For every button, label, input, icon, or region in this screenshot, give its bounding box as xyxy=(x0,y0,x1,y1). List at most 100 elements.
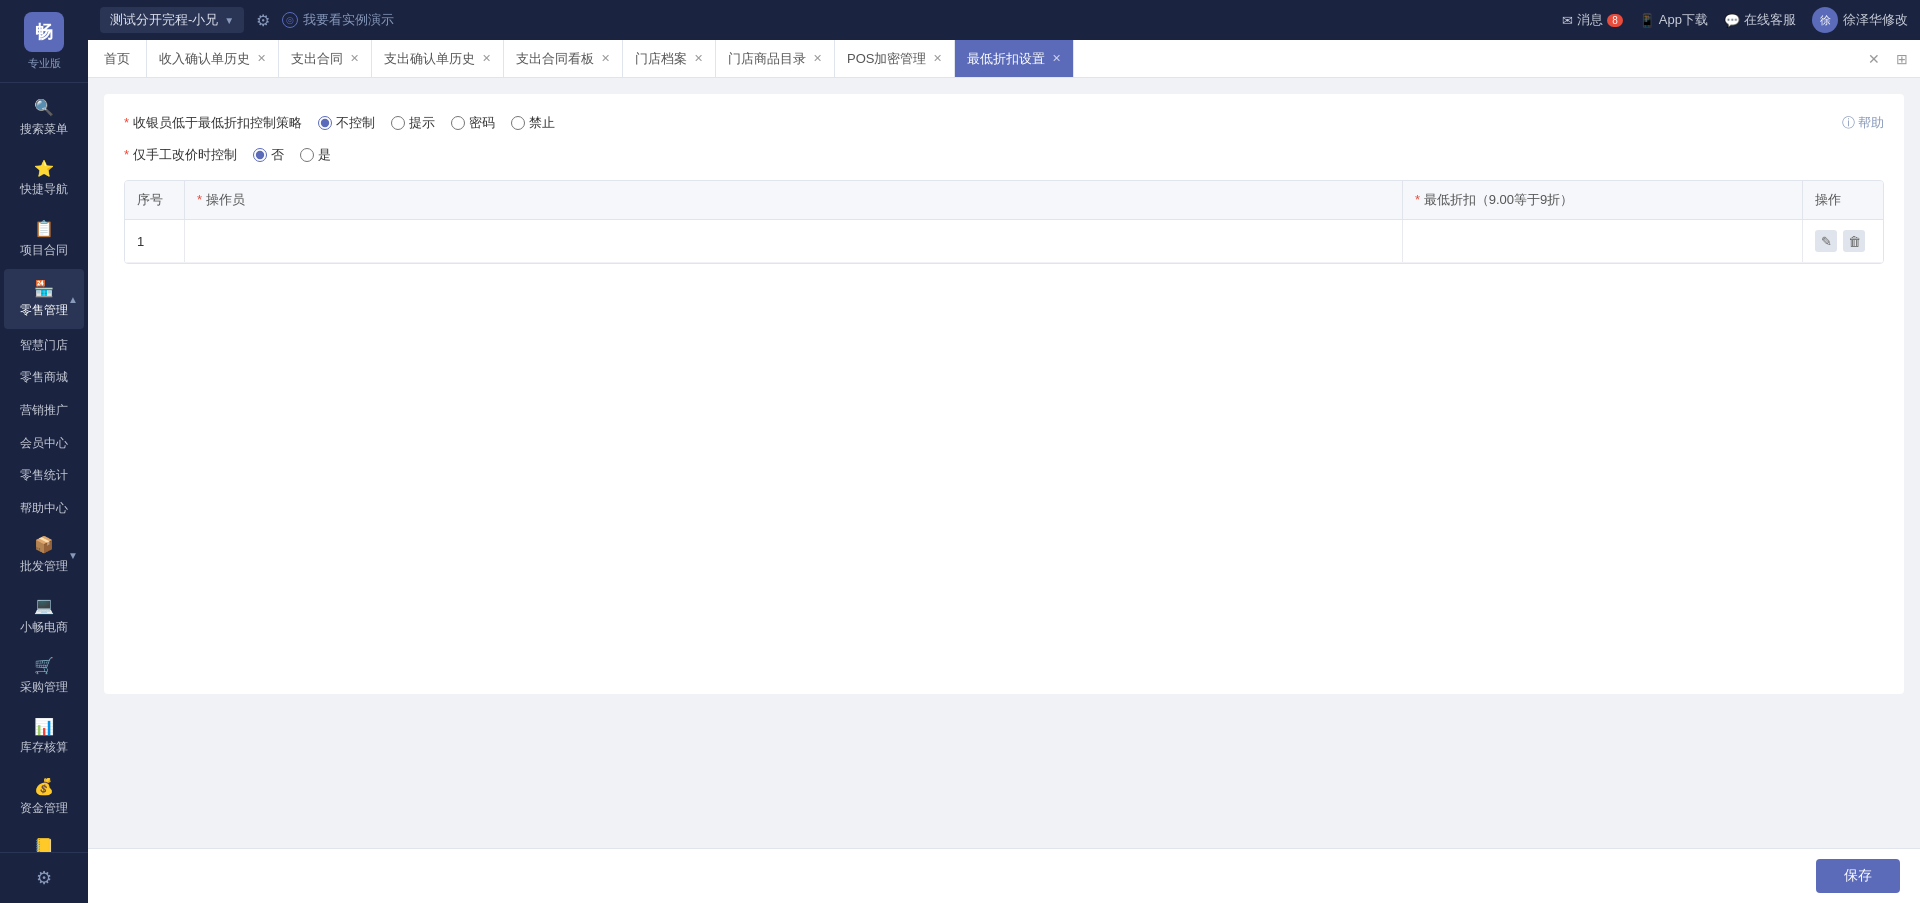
project-selector[interactable]: 测试分开完程-小兄 ▼ xyxy=(100,7,244,33)
finance-icon: 💰 xyxy=(34,777,54,798)
help-link[interactable]: ⓘ 帮助 xyxy=(1842,114,1884,132)
tab-payment-board-close-icon[interactable]: ✕ xyxy=(601,52,610,65)
user-menu[interactable]: 徐 徐泽华修改 xyxy=(1812,7,1908,33)
manual-price-label: 仅手工改价时控制 xyxy=(124,146,237,164)
help-circle-icon: ⓘ xyxy=(1842,114,1855,132)
radio-manual-no[interactable]: 否 xyxy=(253,146,284,164)
delete-row-button[interactable]: 🗑 xyxy=(1843,230,1865,252)
retail-arrow-icon: ▲ xyxy=(68,293,78,306)
messages-label: 消息 xyxy=(1577,11,1603,29)
sidebar-item-marketing[interactable]: 营销推广 xyxy=(4,395,84,427)
tab-min-discount[interactable]: 最低折扣设置 ✕ xyxy=(955,40,1074,77)
help-label: 帮助 xyxy=(1858,114,1884,132)
message-icon: ✉ xyxy=(1562,13,1573,28)
project-dropdown-arrow-icon: ▼ xyxy=(224,15,234,26)
save-button[interactable]: 保存 xyxy=(1816,859,1900,893)
col-min-discount: 最低折扣（9.00等于9折） xyxy=(1403,181,1803,219)
tab-store-goods[interactable]: 门店商品目录 ✕ xyxy=(716,40,835,77)
tab-min-discount-close-icon[interactable]: ✕ xyxy=(1052,52,1061,65)
user-name: 徐泽华修改 xyxy=(1843,11,1908,29)
tab-payment-confirm-history-label: 支出确认单历史 xyxy=(384,50,475,68)
tabs-bar: 首页 收入确认单历史 ✕ 支出合同 ✕ 支出确认单历史 ✕ 支出合同看板 ✕ 门… xyxy=(88,40,1920,78)
radio-manual-yes-label: 是 xyxy=(318,146,331,164)
sidebar: 畅 专业版 🔍 搜索菜单 ⭐ 快捷导航 📋 项目合同 🏪 零售管理 ▲ 智慧门店… xyxy=(0,0,88,903)
radio-manual-no-input[interactable] xyxy=(253,148,267,162)
sidebar-item-ecommerce[interactable]: 💻 小畅电商 xyxy=(4,586,84,645)
tab-pos-password-close-icon[interactable]: ✕ xyxy=(933,52,942,65)
sidebar-item-shortcut[interactable]: ⭐ 快捷导航 xyxy=(4,149,84,208)
edit-row-button[interactable]: ✎ xyxy=(1815,230,1837,252)
tab-payment-contract-close-icon[interactable]: ✕ xyxy=(350,52,359,65)
tab-store-goods-label: 门店商品目录 xyxy=(728,50,806,68)
sidebar-item-label: 营销推广 xyxy=(20,403,68,419)
project-icon: 📋 xyxy=(34,219,54,240)
sidebar-item-label: 小畅电商 xyxy=(20,620,68,636)
online-service-button[interactable]: 💬 在线客服 xyxy=(1724,11,1796,29)
tab-store-profile[interactable]: 门店档案 ✕ xyxy=(623,40,716,77)
tab-payment-confirm-history-close-icon[interactable]: ✕ xyxy=(482,52,491,65)
tab-payment-board[interactable]: 支出合同看板 ✕ xyxy=(504,40,623,77)
sidebar-item-project[interactable]: 📋 项目合同 xyxy=(4,209,84,268)
radio-password[interactable]: 密码 xyxy=(451,114,495,132)
ledger-icon: 📒 xyxy=(34,837,54,852)
sidebar-item-member[interactable]: 会员中心 xyxy=(4,428,84,460)
topbar-settings-icon[interactable]: ⚙ xyxy=(256,11,270,30)
radio-prompt-input[interactable] xyxy=(391,116,405,130)
topbar-demo[interactable]: ◎ 我要看实例演示 xyxy=(282,11,394,29)
download-icon: 📱 xyxy=(1639,13,1655,28)
radio-prompt[interactable]: 提示 xyxy=(391,114,435,132)
sidebar-logo: 畅 专业版 xyxy=(0,0,88,83)
radio-password-input[interactable] xyxy=(451,116,465,130)
sidebar-item-batch[interactable]: 📦 批发管理 ▼ xyxy=(4,525,84,584)
logo-icon: 畅 xyxy=(24,12,64,52)
manual-price-radio-group: 否 是 xyxy=(253,146,331,164)
close-tab-icon[interactable]: ✕ xyxy=(1864,49,1884,69)
radio-forbid[interactable]: 禁止 xyxy=(511,114,555,132)
cell-operator xyxy=(185,220,1403,262)
radio-forbid-input[interactable] xyxy=(511,116,525,130)
tab-home[interactable]: 首页 xyxy=(88,40,147,77)
tab-payment-contract[interactable]: 支出合同 ✕ xyxy=(279,40,372,77)
sidebar-item-label: 资金管理 xyxy=(20,801,68,817)
inventory-icon: 📊 xyxy=(34,717,54,738)
tab-income-history[interactable]: 收入确认单历史 ✕ xyxy=(147,40,279,77)
tab-store-profile-close-icon[interactable]: ✕ xyxy=(694,52,703,65)
sidebar-item-purchase[interactable]: 🛒 采购管理 xyxy=(4,646,84,705)
online-service-label: 在线客服 xyxy=(1744,11,1796,29)
tab-payment-confirm-history[interactable]: 支出确认单历史 ✕ xyxy=(372,40,504,77)
footer: 保存 xyxy=(88,848,1920,903)
sidebar-item-online-store[interactable]: 零售商城 xyxy=(4,362,84,394)
sidebar-item-help-center[interactable]: 帮助中心 xyxy=(4,493,84,525)
sidebar-item-search[interactable]: 🔍 搜索菜单 xyxy=(4,88,84,147)
batch-arrow-icon: ▼ xyxy=(68,549,78,562)
radio-manual-yes[interactable]: 是 xyxy=(300,146,331,164)
messages-badge: 8 xyxy=(1607,14,1623,27)
sidebar-item-inventory[interactable]: 📊 库存核算 xyxy=(4,707,84,766)
radio-no-control-input[interactable] xyxy=(318,116,332,130)
tab-pos-password[interactable]: POS加密管理 ✕ xyxy=(835,40,955,77)
tab-store-goods-close-icon[interactable]: ✕ xyxy=(813,52,822,65)
service-icon: 💬 xyxy=(1724,13,1740,28)
discount-policy-label: 收银员低于最低折扣控制策略 xyxy=(124,114,302,132)
sidebar-bottom: ⚙ xyxy=(0,852,88,903)
sidebar-item-retail-stats[interactable]: 零售统计 xyxy=(4,460,84,492)
maximize-tab-icon[interactable]: ⊞ xyxy=(1892,49,1912,69)
tab-income-history-label: 收入确认单历史 xyxy=(159,50,250,68)
sidebar-item-retail[interactable]: 🏪 零售管理 ▲ xyxy=(4,269,84,328)
avatar-initials: 徐 xyxy=(1820,13,1831,28)
radio-no-control-label: 不控制 xyxy=(336,114,375,132)
messages-button[interactable]: ✉ 消息 8 xyxy=(1562,11,1623,29)
settings-icon[interactable]: ⚙ xyxy=(30,861,58,895)
sidebar-item-label: 零售统计 xyxy=(20,468,68,484)
sidebar-item-finance[interactable]: 💰 资金管理 xyxy=(4,767,84,826)
tabs-actions: ✕ ⊞ xyxy=(1856,49,1920,69)
sidebar-item-label: 零售管理 xyxy=(20,303,68,319)
sidebar-item-label: 会员中心 xyxy=(20,436,68,452)
sidebar-item-ledger[interactable]: 📒 总账管理 xyxy=(4,827,84,852)
radio-no-control[interactable]: 不控制 xyxy=(318,114,375,132)
ecommerce-icon: 💻 xyxy=(34,596,54,617)
tab-income-history-close-icon[interactable]: ✕ xyxy=(257,52,266,65)
sidebar-item-smart-store[interactable]: 智慧门店 xyxy=(4,330,84,362)
app-download-button[interactable]: 📱 App下载 xyxy=(1639,11,1708,29)
radio-manual-yes-input[interactable] xyxy=(300,148,314,162)
